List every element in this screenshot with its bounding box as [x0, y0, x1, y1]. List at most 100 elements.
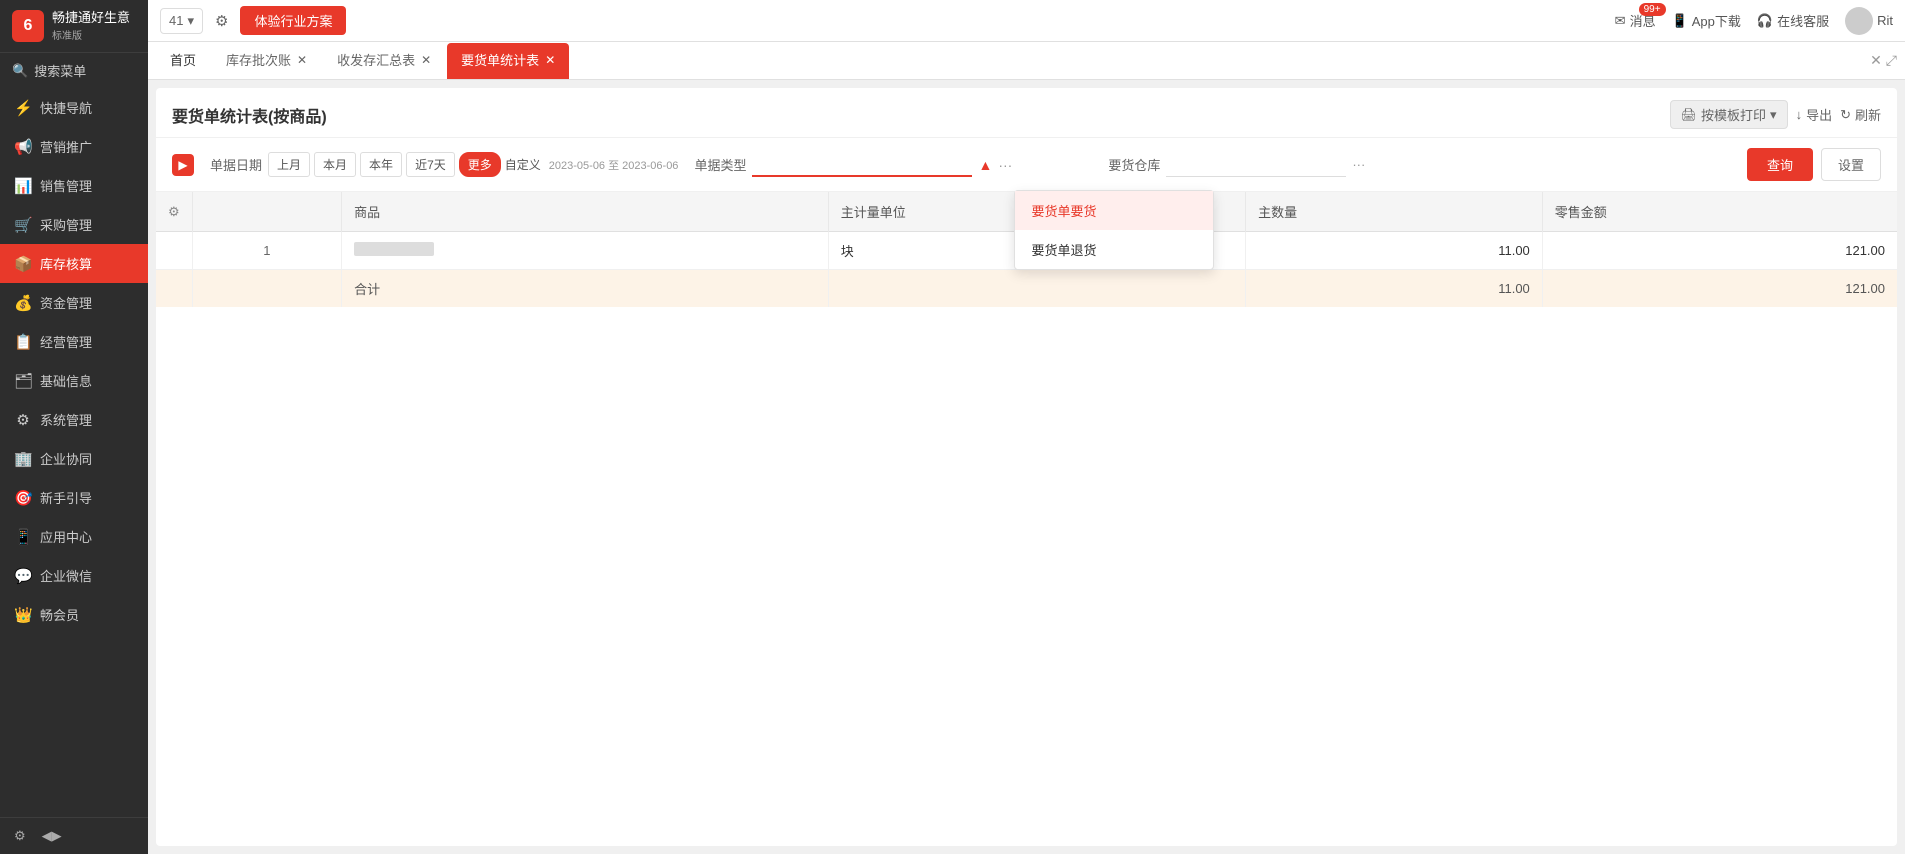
sidebar-item-inventory[interactable]: 📦 库存核算 — [0, 244, 148, 283]
dropdown-item-order-return[interactable]: 要货单退货 — [1015, 230, 1213, 269]
online-service-label: 在线客服 — [1777, 11, 1829, 30]
type-select-input[interactable] — [752, 152, 972, 177]
query-button[interactable]: 查询 — [1747, 148, 1813, 181]
tab-batch-close[interactable]: ✕ — [297, 53, 307, 67]
sidebar-nav: ⚡ 快捷导航 📢 营销推广 📊 销售管理 🛒 采购管理 📦 库存核算 💰 资金管… — [0, 88, 148, 817]
user-avatar[interactable]: Rit — [1845, 7, 1893, 35]
last-7-days-btn[interactable]: 近7天 — [406, 152, 455, 177]
page-header: 要货单统计表(按商品) 🖨 按模板打印 ▾ ↓ 导出 ↻ 刷新 — [156, 88, 1897, 138]
col-header-num — [192, 192, 341, 232]
page-title: 要货单统计表(按商品) — [172, 103, 327, 127]
sidebar-item-member[interactable]: 👑 畅会员 — [0, 595, 148, 634]
app-logo-icon: 6 — [12, 10, 44, 42]
sidebar-item-wechat[interactable]: 💬 企业微信 — [0, 556, 148, 595]
avatar-image — [1845, 7, 1873, 35]
type-select-more[interactable]: ··· — [998, 157, 1012, 173]
tab-order-stats-close[interactable]: ✕ — [545, 53, 555, 67]
promo-button[interactable]: 体验行业方案 — [240, 6, 346, 35]
messages-button[interactable]: ✉ 消息 99+ — [1615, 11, 1656, 30]
sidebar-item-operation[interactable]: 📋 经营管理 — [0, 322, 148, 361]
tab-order-stats[interactable]: 要货单统计表 ✕ — [447, 43, 569, 79]
warehouse-filter-group: 要货仓库 ··· — [1108, 153, 1365, 177]
table-total-row: 合计 11.00 121.00 — [156, 270, 1897, 308]
tab-actions: ✕ ⤢ — [1870, 52, 1897, 69]
sidebar-item-label: 畅会员 — [40, 605, 79, 624]
sidebar: 6 畅捷通好生意 标准版 🔍 搜索菜单 ⚡ 快捷导航 📢 营销推广 📊 销售管理… — [0, 0, 148, 854]
col-header-amount: 零售金额 — [1542, 192, 1897, 232]
settings-icon[interactable]: ⚙ — [14, 828, 26, 844]
sidebar-item-purchase[interactable]: 🛒 采购管理 — [0, 205, 148, 244]
type-select-arrow[interactable]: ▲ — [978, 157, 992, 173]
finance-icon: 💰 — [14, 294, 32, 312]
store-selector[interactable]: 41 ▾ — [160, 8, 203, 34]
total-amount: 121.00 — [1542, 270, 1897, 308]
app-download-label: App下载 — [1692, 11, 1741, 30]
printer-icon: 🖨 — [1681, 107, 1698, 123]
sidebar-item-label: 新手引导 — [40, 488, 92, 507]
tab-summary[interactable]: 收发存汇总表 ✕ — [323, 43, 445, 79]
dropdown-item-order-goods[interactable]: 要货单要货 — [1015, 191, 1213, 230]
tab-home[interactable]: 首页 — [156, 43, 210, 79]
sidebar-item-label: 企业微信 — [40, 566, 92, 585]
top-header: 41 ▾ ⚙ 体验行业方案 ✉ 消息 99+ 📱 App下载 🎧 在线客服 R — [148, 0, 1905, 42]
search-menu[interactable]: 🔍 搜索菜单 — [0, 53, 148, 88]
appstore-icon: 📱 — [14, 528, 32, 546]
sidebar-item-guide[interactable]: 🎯 新手引导 — [0, 478, 148, 517]
refresh-label: 刷新 — [1855, 105, 1881, 124]
sidebar-item-system[interactable]: ⚙ 系统管理 — [0, 400, 148, 439]
col-header-settings[interactable]: ⚙ — [156, 192, 192, 232]
more-date-btn[interactable]: 更多 — [459, 152, 501, 177]
download-icon: 📱 — [1672, 13, 1688, 29]
sidebar-item-appstore[interactable]: 📱 应用中心 — [0, 517, 148, 556]
sidebar-item-marketing[interactable]: 📢 营销推广 — [0, 127, 148, 166]
warehouse-more-icon[interactable]: ··· — [1352, 157, 1365, 172]
date-filter-label: 单据日期 — [210, 155, 262, 174]
header-right: ✉ 消息 99+ 📱 App下载 🎧 在线客服 Rit — [1615, 7, 1893, 35]
header-left: 41 ▾ ⚙ 体验行业方案 — [160, 6, 346, 35]
sidebar-item-label: 资金管理 — [40, 293, 92, 312]
basic-icon: 🗂 — [14, 372, 32, 390]
headset-icon: 🎧 — [1757, 13, 1773, 29]
print-button[interactable]: 🖨 按模板打印 ▾ — [1670, 100, 1788, 129]
sidebar-item-shortcut[interactable]: ⚡ 快捷导航 — [0, 88, 148, 127]
total-unit — [828, 270, 1245, 308]
last-month-btn[interactable]: 上月 — [268, 152, 310, 177]
this-month-btn[interactable]: 本月 — [314, 152, 356, 177]
total-qty: 11.00 — [1246, 270, 1543, 308]
sidebar-item-label: 销售管理 — [40, 176, 92, 195]
sidebar-logo: 6 畅捷通好生意 标准版 — [0, 0, 148, 53]
dropdown-item-label: 要货单退货 — [1031, 243, 1096, 258]
sidebar-bottom: ⚙ ◀▶ — [0, 817, 148, 854]
page-content: 要货单统计表(按商品) 🖨 按模板打印 ▾ ↓ 导出 ↻ 刷新 ▶ — [156, 88, 1897, 846]
edition-label: 标准版 — [52, 27, 130, 42]
tab-batch[interactable]: 库存批次账 ✕ — [212, 43, 321, 79]
print-label: 按模板打印 — [1701, 105, 1766, 124]
tab-home-label: 首页 — [170, 50, 196, 69]
filter-expand-button[interactable]: ▶ — [172, 154, 194, 176]
export-icon: ↓ — [1796, 107, 1803, 122]
system-icon: ⚙ — [14, 411, 32, 429]
member-icon: 👑 — [14, 606, 32, 624]
this-year-btn[interactable]: 本年 — [360, 152, 402, 177]
close-all-icon[interactable]: ✕ — [1870, 52, 1882, 69]
settings-button[interactable]: 设置 — [1821, 148, 1881, 181]
app-download-button[interactable]: 📱 App下载 — [1672, 11, 1741, 30]
sidebar-item-sales[interactable]: 📊 销售管理 — [0, 166, 148, 205]
sidebar-item-enterprise[interactable]: 🏢 企业协同 — [0, 439, 148, 478]
sidebar-item-label: 系统管理 — [40, 410, 92, 429]
inventory-icon: 📦 — [14, 255, 32, 273]
print-dropdown-icon: ▾ — [1770, 107, 1777, 123]
tab-summary-close[interactable]: ✕ — [421, 53, 431, 67]
dropdown-item-label: 要货单要货 — [1031, 204, 1096, 219]
export-button[interactable]: ↓ 导出 — [1796, 105, 1833, 124]
custom-date-btn[interactable]: 自定义 — [505, 156, 541, 173]
online-service-button[interactable]: 🎧 在线客服 — [1757, 11, 1829, 30]
expand-tab-icon[interactable]: ⤢ — [1886, 52, 1897, 69]
sidebar-item-basic[interactable]: 🗂 基础信息 — [0, 361, 148, 400]
header-gear-button[interactable]: ⚙ — [211, 8, 232, 34]
warehouse-input[interactable] — [1166, 153, 1346, 177]
store-dropdown-icon: ▾ — [187, 13, 194, 29]
refresh-button[interactable]: ↻ 刷新 — [1840, 105, 1881, 124]
collapse-icon[interactable]: ◀▶ — [42, 828, 62, 844]
sidebar-item-finance[interactable]: 💰 资金管理 — [0, 283, 148, 322]
